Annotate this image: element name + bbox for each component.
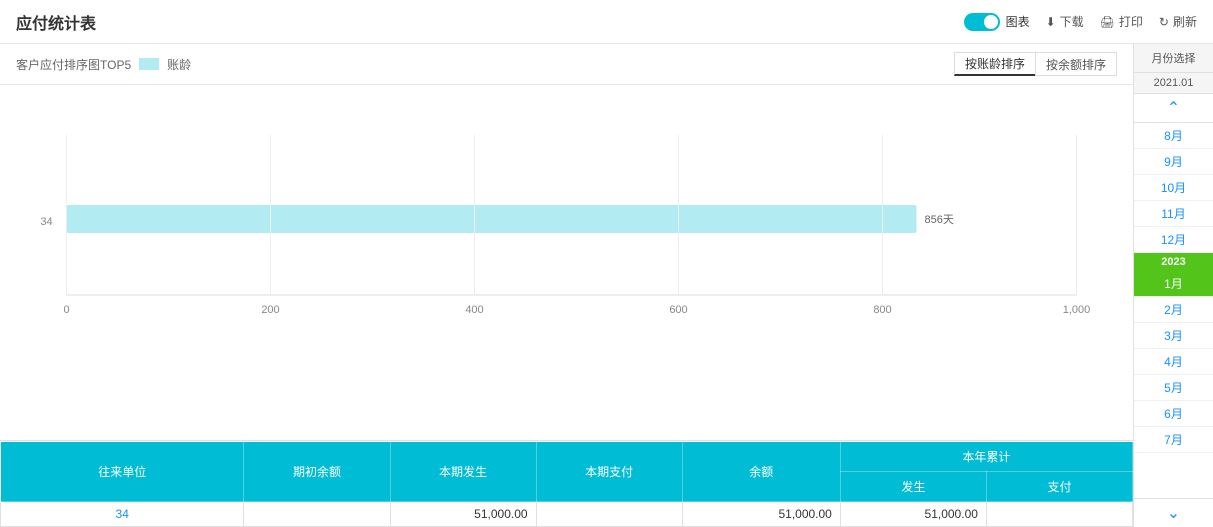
chart-toggle[interactable] <box>964 13 1000 31</box>
sidebar-month-12[interactable]: 12月 <box>1134 227 1213 253</box>
unit-link[interactable]: 34 <box>116 507 129 521</box>
summary-table: 往来单位 期初余额 本期发生 本期支付 余额 本年累计 发生 支付 <box>0 441 1133 527</box>
svg-text:400: 400 <box>465 304 483 316</box>
sidebar-month-9[interactable]: 9月 <box>1134 149 1213 175</box>
print-icon: 🖨 <box>1100 15 1115 29</box>
chart-toggle-wrapper: 图表 <box>964 13 1030 31</box>
svg-text:200: 200 <box>261 304 279 316</box>
col-ytd-occur: 发生 <box>840 472 986 502</box>
col-current-occur: 本期发生 <box>390 442 536 502</box>
print-button[interactable]: 🖨 打印 <box>1100 13 1143 30</box>
bar-chart: 34 856天 0 200 400 600 800 <box>16 95 1117 355</box>
sidebar-month-10[interactable]: 10月 <box>1134 175 1213 201</box>
chart-legend: 客户应付排序图TOP5 账龄 <box>16 56 191 73</box>
sidebar-month-2[interactable]: 2月 <box>1134 297 1213 323</box>
svg-text:856天: 856天 <box>925 214 954 226</box>
legend-text: 客户应付排序图TOP5 <box>16 56 131 73</box>
cell-unit: 34 <box>1 502 244 527</box>
data-table-area: 往来单位 期初余额 本期发生 本期支付 余额 本年累计 发生 支付 <box>0 440 1133 527</box>
col-unit: 往来单位 <box>1 442 244 502</box>
download-icon: ⬇ <box>1046 15 1056 29</box>
sidebar-month-7[interactable]: 7月 <box>1134 427 1213 453</box>
sidebar-header-label: 月份选择 <box>1134 44 1213 73</box>
col-ytd-pay: 支付 <box>986 472 1132 502</box>
toggle-label: 图表 <box>1006 13 1030 30</box>
chevron-up-icon: ⌃ <box>1167 98 1180 118</box>
cell-period-start <box>244 502 390 527</box>
col-balance: 余额 <box>682 442 840 502</box>
sidebar-month-4[interactable]: 4月 <box>1134 349 1213 375</box>
download-button[interactable]: ⬇ 下载 <box>1046 13 1084 30</box>
legend-box <box>139 58 159 70</box>
refresh-icon: ↻ <box>1159 15 1169 29</box>
col-current-pay: 本期支付 <box>536 442 682 502</box>
refresh-button[interactable]: ↻ 刷新 <box>1159 13 1197 30</box>
sidebar-month-8[interactable]: 8月 <box>1134 123 1213 149</box>
sidebar-months-list: 8月 9月 10月 11月 12月 2023 1月 2月 3月 4月 5月 6月… <box>1134 123 1213 498</box>
sort-by-age-button[interactable]: 按账龄排序 <box>954 52 1035 76</box>
chevron-down-icon: ⌄ <box>1167 503 1180 523</box>
sidebar-month-1[interactable]: 1月 <box>1134 271 1213 297</box>
legend-box-label: 账龄 <box>167 56 191 73</box>
sidebar-scroll-down-button[interactable]: ⌄ <box>1134 498 1213 527</box>
page-title: 应付统计表 <box>16 10 96 34</box>
svg-text:0: 0 <box>63 304 69 316</box>
sort-by-balance-button[interactable]: 按余额排序 <box>1035 52 1117 76</box>
month-selector-sidebar: 月份选择 2021.01 ⌃ 8月 9月 10月 11月 12月 2023 1月… <box>1133 44 1213 527</box>
svg-text:1,000: 1,000 <box>1063 304 1091 316</box>
table-row: 34 51,000.00 51,000.00 51,000.00 <box>1 502 1133 527</box>
sidebar-month-11[interactable]: 11月 <box>1134 201 1213 227</box>
col-period-start: 期初余额 <box>244 442 390 502</box>
sidebar-current-year: 2021.01 <box>1134 73 1213 94</box>
svg-text:600: 600 <box>669 304 687 316</box>
chart-body: 34 856天 0 200 400 600 800 <box>0 85 1133 440</box>
sidebar-year-2023: 2023 <box>1134 253 1213 271</box>
svg-text:800: 800 <box>873 304 891 316</box>
cell-balance: 51,000.00 <box>682 502 840 527</box>
cell-current-occur: 51,000.00 <box>390 502 536 527</box>
sidebar-month-3[interactable]: 3月 <box>1134 323 1213 349</box>
sidebar-month-5[interactable]: 5月 <box>1134 375 1213 401</box>
col-ytd-group: 本年累计 <box>840 442 1132 472</box>
sidebar-scroll-up-button[interactable]: ⌃ <box>1134 94 1213 123</box>
cell-ytd-pay <box>986 502 1132 527</box>
cell-ytd-occur: 51,000.00 <box>840 502 986 527</box>
cell-current-pay <box>536 502 682 527</box>
svg-text:34: 34 <box>40 216 52 228</box>
sidebar-month-6[interactable]: 6月 <box>1134 401 1213 427</box>
